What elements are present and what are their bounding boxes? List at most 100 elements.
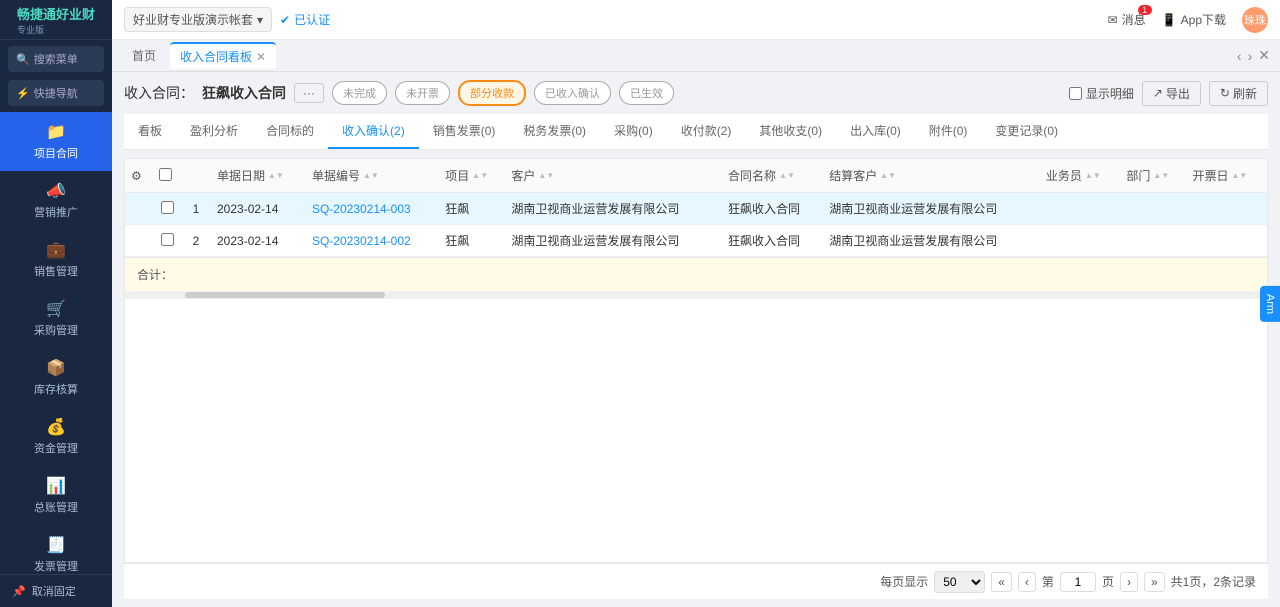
department-sort-icon[interactable]: ▲▼ xyxy=(1153,172,1169,180)
sidebar-item-1[interactable]: 📣营销推广 xyxy=(0,171,112,230)
pin-icon: 📌 xyxy=(12,585,26,598)
sidebar-item-7[interactable]: 🧾发票管理 xyxy=(0,525,112,574)
sidebar-item-4[interactable]: 📦库存核算 xyxy=(0,348,112,407)
detail-tab-11[interactable]: 变更记录(0) xyxy=(981,114,1072,149)
row-number-link-1[interactable]: SQ-20230214-002 xyxy=(312,234,411,248)
per-page-select[interactable]: 50 20 100 xyxy=(934,571,985,593)
tab-home[interactable]: 首页 xyxy=(120,43,168,68)
quick-nav-label: 快捷导航 xyxy=(34,85,78,101)
detail-tab-3[interactable]: 收入确认(2) xyxy=(328,114,419,149)
show-detail-input[interactable] xyxy=(1069,87,1082,100)
row-number-0[interactable]: SQ-20230214-003 xyxy=(306,193,439,225)
row-select-1[interactable] xyxy=(161,233,174,246)
tab-next-button[interactable]: › xyxy=(1246,46,1255,66)
salesperson-sort-icon[interactable]: ▲▼ xyxy=(1085,172,1101,180)
row-customer-0: 湖南卫视商业运营发展有限公司 xyxy=(505,193,722,225)
first-page-button[interactable]: « xyxy=(991,572,1012,592)
summary-row: 合计： xyxy=(125,257,1267,291)
arm-button[interactable]: Arm xyxy=(1260,285,1280,321)
app-download-button[interactable]: 📱 App下载 xyxy=(1162,11,1226,28)
quick-nav-button[interactable]: ⚡ 快捷导航 xyxy=(8,80,104,106)
detail-tab-8[interactable]: 其他收支(0) xyxy=(745,114,836,149)
export-button[interactable]: ↗ 导出 xyxy=(1142,81,1201,106)
show-detail-checkbox[interactable]: 显示明细 xyxy=(1069,85,1134,102)
tab-close-icon[interactable]: ✕ xyxy=(256,50,266,64)
tabbar: 首页 收入合同看板 ✕ ‹ › ✕ xyxy=(112,40,1280,72)
user-avatar-button[interactable]: 珠珠 xyxy=(1242,7,1268,33)
number-sort-icon[interactable]: ▲▼ xyxy=(363,172,379,180)
per-page-label: 每页显示 xyxy=(880,573,928,590)
detail-tab-1[interactable]: 盈利分析 xyxy=(176,114,252,149)
sidebar-item-0[interactable]: 📁项目合同 xyxy=(0,112,112,171)
row-select-0[interactable] xyxy=(161,201,174,214)
more-button[interactable]: ··· xyxy=(294,83,324,103)
settlement-sort-icon[interactable]: ▲▼ xyxy=(880,172,896,180)
tab-label: 收入合同看板 xyxy=(180,48,252,65)
export-label: 导出 xyxy=(1166,85,1190,102)
contract-name-sort-icon[interactable]: ▲▼ xyxy=(779,172,795,180)
sidebar-item-3[interactable]: 🛒采购管理 xyxy=(0,289,112,348)
settings-column-header: ⚙ xyxy=(125,159,153,193)
sidebar-item-5[interactable]: 💰资金管理 xyxy=(0,407,112,466)
row-date-0: 2023-02-14 xyxy=(211,193,306,225)
detail-tab-6[interactable]: 采购(0) xyxy=(600,114,667,149)
show-detail-label: 显示明细 xyxy=(1086,85,1134,102)
sidebar-icon-3: 🛒 xyxy=(46,299,66,319)
content-area: 收入合同： 狂飙收入合同 ··· 未完成 未开票 部分收款 已收入确认 已生效 … xyxy=(112,72,1280,607)
contract-prefix: 收入合同： xyxy=(124,83,194,103)
search-icon: 🔍 xyxy=(16,53,30,66)
status-partial-button[interactable]: 部分收款 xyxy=(458,80,526,106)
tab-close-all-button[interactable]: ✕ xyxy=(1256,45,1272,66)
search-menu-button[interactable]: 🔍 搜索菜单 xyxy=(8,46,104,72)
project-sort-icon[interactable]: ▲▼ xyxy=(472,172,488,180)
detail-tab-0[interactable]: 看板 xyxy=(124,114,176,149)
select-all-checkbox[interactable] xyxy=(159,168,172,181)
horizontal-scrollbar[interactable] xyxy=(125,291,1267,299)
settings-icon[interactable]: ⚙ xyxy=(131,169,142,183)
invoice-date-sort-icon[interactable]: ▲▼ xyxy=(1231,172,1247,180)
last-page-button[interactable]: » xyxy=(1144,572,1165,592)
status-no-invoice-button[interactable]: 未开票 xyxy=(395,81,450,105)
table-row[interactable]: 2 2023-02-14 SQ-20230214-002 狂飙 湖南卫视商业运营… xyxy=(125,225,1267,257)
detail-tab-2[interactable]: 合同标的 xyxy=(252,114,328,149)
prev-page-button[interactable]: ‹ xyxy=(1018,572,1036,592)
pagination: 每页显示 50 20 100 « ‹ 第 页 › » 共1页，2条记录 xyxy=(124,563,1268,599)
tab-prev-button[interactable]: ‹ xyxy=(1235,46,1244,66)
company-selector[interactable]: 好业财专业版演示帐套 ▾ xyxy=(124,7,272,32)
unpin-button[interactable]: 📌 取消固定 xyxy=(0,575,112,607)
sidebar-icon-1: 📣 xyxy=(46,181,66,201)
logo-main-text: 畅捷通好业财 xyxy=(17,4,95,23)
download-icon: 📱 xyxy=(1162,13,1177,27)
scroll-thumb xyxy=(185,292,385,298)
status-confirmed-button[interactable]: 已收入确认 xyxy=(534,81,611,105)
refresh-button[interactable]: ↻ 刷新 xyxy=(1209,81,1268,106)
customer-sort-icon[interactable]: ▲▼ xyxy=(538,172,554,180)
refresh-label: 刷新 xyxy=(1233,85,1257,102)
status-effective-button[interactable]: 已生效 xyxy=(619,81,674,105)
detail-tab-9[interactable]: 出入库(0) xyxy=(836,114,915,149)
sidebar-item-2[interactable]: 💼销售管理 xyxy=(0,230,112,289)
row-invoice-date-0 xyxy=(1186,193,1267,225)
row-invoice-date-1 xyxy=(1186,225,1267,257)
detail-tab-7[interactable]: 收付款(2) xyxy=(667,114,746,149)
topbar-right: ✉ 消息 1 📱 App下载 珠珠 xyxy=(1108,7,1268,33)
row-number-link-0[interactable]: SQ-20230214-003 xyxy=(312,202,411,216)
message-button[interactable]: ✉ 消息 1 xyxy=(1108,11,1146,28)
row-project-1: 狂飙 xyxy=(439,225,505,257)
row-department-1 xyxy=(1120,225,1186,257)
row-number-1[interactable]: SQ-20230214-002 xyxy=(306,225,439,257)
next-page-button[interactable]: › xyxy=(1120,572,1138,592)
row-num-0: 1 xyxy=(181,193,211,225)
header-actions: 显示明细 ↗ 导出 ↻ 刷新 xyxy=(1069,81,1268,106)
detail-tab-5[interactable]: 税务发票(0) xyxy=(509,114,600,149)
page-number-input[interactable] xyxy=(1060,572,1096,592)
table-row[interactable]: 1 2023-02-14 SQ-20230214-003 狂飙 湖南卫视商业运营… xyxy=(125,193,1267,225)
date-sort-icon[interactable]: ▲▼ xyxy=(268,172,284,180)
status-incomplete-button[interactable]: 未完成 xyxy=(332,81,387,105)
tab-contract-board[interactable]: 收入合同看板 ✕ xyxy=(170,42,276,69)
quick-nav-icon: ⚡ xyxy=(16,87,30,100)
sidebar-item-6[interactable]: 📊总账管理 xyxy=(0,466,112,525)
detail-tab-10[interactable]: 附件(0) xyxy=(915,114,982,149)
detail-tab-4[interactable]: 销售发票(0) xyxy=(419,114,510,149)
number-column-header: 单据编号▲▼ xyxy=(306,159,439,193)
